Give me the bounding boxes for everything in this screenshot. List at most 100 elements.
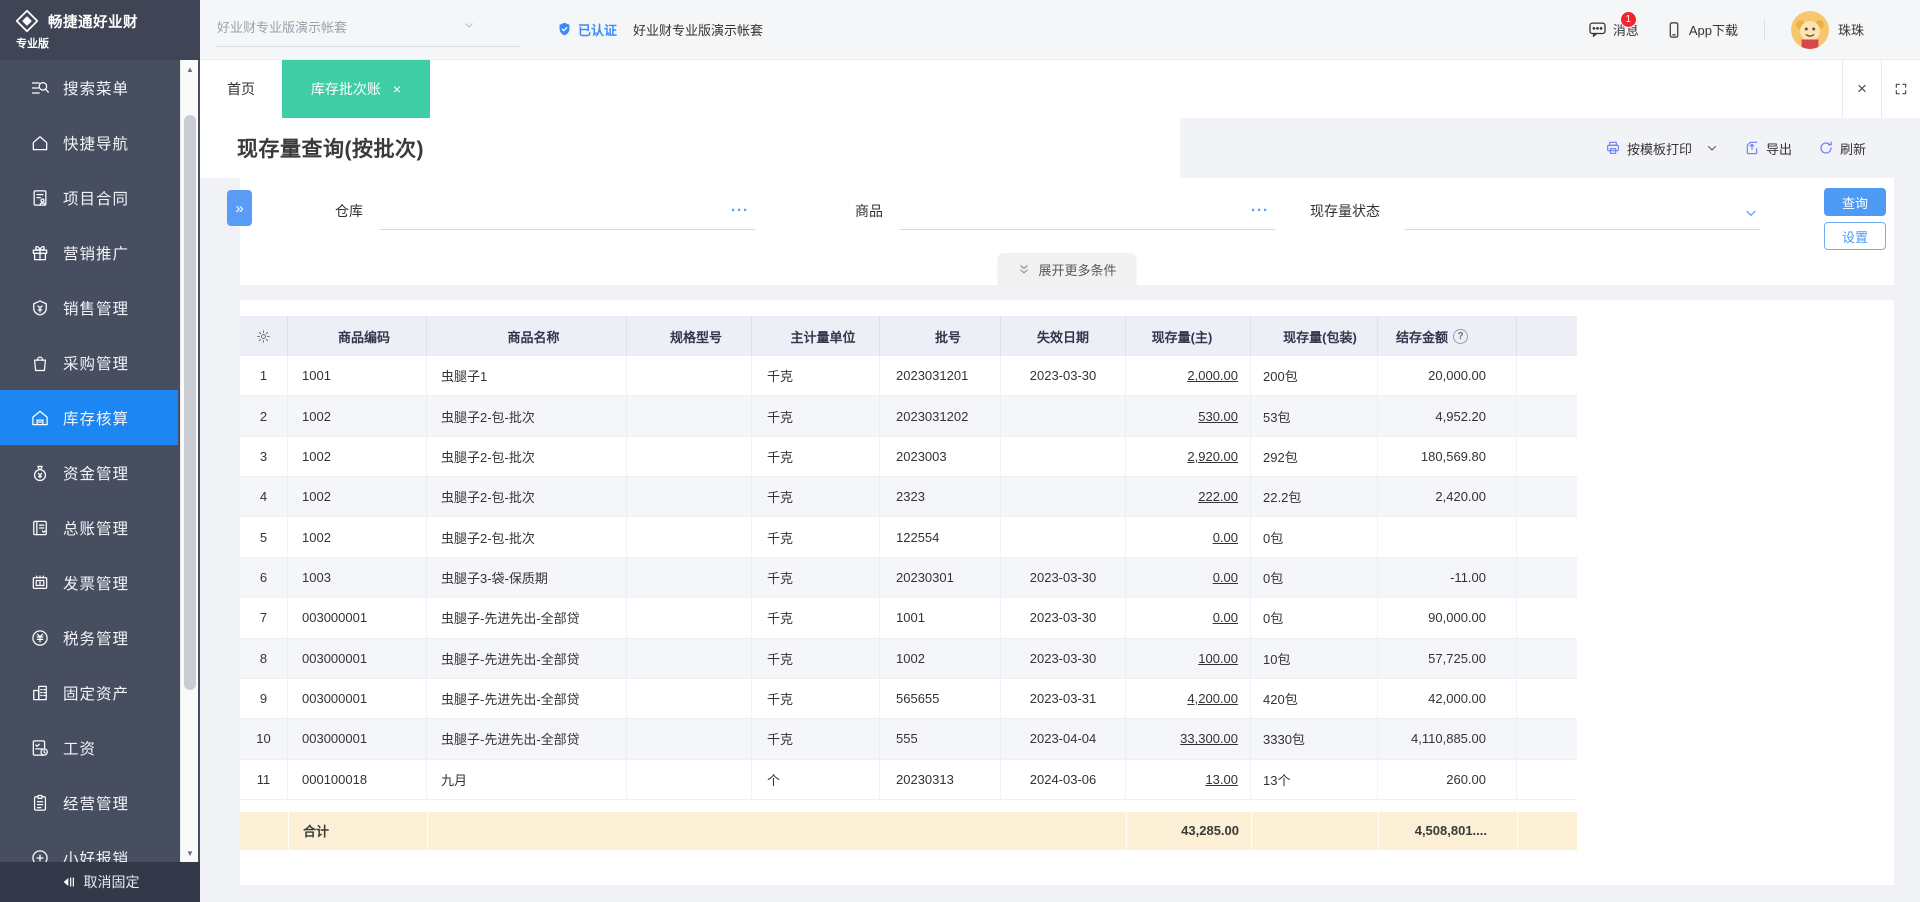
table-row[interactable]: 5 1002 虫腿子2-包-批次 千克 122554 0.00 0包	[240, 517, 1577, 558]
qty-drilldown-link[interactable]: 222.00	[1198, 489, 1238, 504]
close-page-button[interactable]: ×	[1842, 60, 1881, 118]
expand-more-conditions-button[interactable]: 展开更多条件	[997, 253, 1137, 285]
cell-balance-amount: 260.00	[1378, 759, 1517, 799]
qty-drilldown-link[interactable]: 0.00	[1213, 530, 1238, 545]
cell-empty	[1517, 558, 1577, 597]
qty-drilldown-link[interactable]: 13.00	[1205, 772, 1238, 787]
scroll-down-arrow-icon[interactable]: ▼	[181, 846, 199, 860]
cell-spec-model	[627, 678, 752, 719]
table-row[interactable]: 7 003000001 虫腿子-先进先出-全部贷 千克 1001 2023-03-30 0.…	[240, 598, 1577, 639]
print-by-template-button[interactable]: 按模板打印	[1605, 139, 1718, 158]
cell-qty-package: 0包	[1251, 598, 1378, 638]
sidebar-item-search-menu[interactable]: 搜索菜单	[0, 60, 178, 115]
cell-qty-main: 4,200.00	[1126, 678, 1251, 719]
column-header[interactable]: 批号	[880, 316, 1001, 356]
qty-drilldown-link[interactable]: 100.00	[1198, 651, 1238, 666]
table-row[interactable]: 9 003000001 虫腿子-先进先出-全部贷 千克 565655 2023-03-31…	[240, 678, 1577, 720]
export-label: 导出	[1765, 141, 1792, 157]
scrollbar-thumb[interactable]	[184, 115, 196, 690]
column-header[interactable]: 现存量(包装)	[1251, 316, 1378, 356]
sidebar-item-marketing[interactable]: 营销推广	[0, 225, 178, 280]
sidebar-item-sales-mgmt[interactable]: 销售管理	[0, 280, 178, 335]
sidebar-item-quick-nav[interactable]: 快捷导航	[0, 115, 178, 170]
table-row[interactable]: 3 1002 虫腿子2-包-批次 千克 2023003 2,920.00 292包 180,5…	[240, 436, 1577, 478]
column-header-label: 规格型号	[669, 329, 722, 345]
tax-coin-icon	[30, 628, 50, 648]
table-row[interactable]: 10 003000001 虫腿子-先进先出-全部贷 千克 555 2023-04-04 33…	[240, 719, 1577, 760]
column-header[interactable]: 商品名称	[427, 316, 627, 356]
table-header-row: 商品编码 商品名称 规格型号 主计量单位 批号 失效日期 现存量(主) 现存量(包装) 结存金额…	[240, 316, 1577, 356]
table-row[interactable]: 2 1002 虫腿子2-包-批次 千克 2023031202 530.00 53包 4,952…	[240, 396, 1577, 437]
account-set-select[interactable]: 好业财专业版演示帐套	[215, 13, 520, 47]
refresh-button[interactable]: 刷新	[1818, 139, 1866, 158]
sidebar-item-general-ledger[interactable]: 总账管理	[0, 500, 178, 555]
print-options-chevron-icon[interactable]	[1706, 142, 1718, 154]
settings-button[interactable]: 设置	[1824, 222, 1886, 250]
qty-drilldown-link[interactable]: 4,200.00	[1187, 691, 1238, 706]
sidebar-item-project-contract[interactable]: 项目合同	[0, 170, 178, 225]
unpin-sidebar-button[interactable]: 取消固定	[0, 862, 200, 902]
table-row[interactable]: 8 003000001 虫腿子-先进先出-全部贷 千克 1002 2023-03-30 10…	[240, 638, 1577, 679]
cell-spec-model	[627, 759, 752, 799]
qty-drilldown-link[interactable]: 530.00	[1198, 409, 1238, 424]
cell-expiry-date: 2023-03-30	[1001, 356, 1126, 396]
user-menu[interactable]: 珠珠	[1790, 10, 1864, 49]
tab-home[interactable]: 首页	[200, 60, 282, 118]
table-row[interactable]: 4 1002 虫腿子2-包-批次 千克 2323 222.00 22.2包 2,420.00	[240, 477, 1577, 518]
scroll-up-arrow-icon[interactable]: ▲	[181, 62, 199, 76]
cell-main-unit: 千克	[752, 396, 880, 436]
messages-button[interactable]: 消息 1	[1588, 11, 1639, 39]
column-settings-gear-icon[interactable]	[256, 329, 271, 344]
cell-qty-package: 22.2包	[1251, 477, 1378, 517]
cell-product-code: 003000001	[288, 598, 427, 638]
column-header[interactable]: 现存量(主)	[1126, 316, 1251, 356]
qty-drilldown-link[interactable]: 33,300.00	[1180, 731, 1238, 746]
cell-product-name: 虫腿子1	[427, 356, 627, 396]
stock-status-filter-select[interactable]	[1405, 198, 1760, 230]
sidebar-item-business-mgmt[interactable]: 经营管理	[0, 775, 178, 830]
column-header[interactable]: 规格型号	[627, 316, 752, 356]
qty-drilldown-link[interactable]: 0.00	[1213, 570, 1238, 585]
help-question-icon[interactable]: ?	[1453, 328, 1468, 344]
sidebar-item-funds-mgmt[interactable]: 资金管理	[0, 445, 178, 500]
sidebar-item-tax-mgmt[interactable]: 税务管理	[0, 610, 178, 665]
tab-close-icon[interactable]: ×	[393, 81, 401, 97]
qty-drilldown-link[interactable]: 2,920.00	[1187, 449, 1238, 464]
cell-product-code: 1002	[288, 436, 427, 477]
sidebar-item-purchase-mgmt[interactable]: 采购管理	[0, 335, 178, 390]
qty-drilldown-link[interactable]: 2,000.00	[1187, 368, 1238, 383]
sidebar-item-fixed-assets[interactable]: 固定资产	[0, 665, 178, 720]
shield-verified-icon	[556, 21, 573, 38]
sidebar-item-expense[interactable]: 小好报销	[0, 830, 178, 862]
qty-drilldown-link[interactable]: 0.00	[1213, 610, 1238, 625]
column-header[interactable]: 失效日期	[1001, 316, 1126, 356]
cell-row-number: 11	[240, 759, 288, 799]
ledger-icon	[30, 518, 50, 538]
print-by-template-label: 按模板打印	[1626, 141, 1692, 157]
sidebar-item-salary[interactable]: 工资	[0, 720, 178, 775]
export-button[interactable]: 导出	[1744, 139, 1792, 158]
stock-status-chevron-down-icon[interactable]	[1744, 206, 1758, 220]
query-button[interactable]: 查询	[1824, 188, 1886, 216]
salary-sheet-icon	[30, 738, 50, 758]
cell-row-number: 3	[240, 436, 288, 477]
warehouse-filter-input[interactable]: ···	[380, 198, 755, 230]
fullscreen-button[interactable]	[1881, 60, 1920, 118]
app-logo: 畅捷通好业财 专业版	[0, 0, 200, 60]
warehouse-picker-ellipsis-icon[interactable]: ···	[731, 202, 749, 219]
collapse-filter-button[interactable]: »	[227, 190, 252, 226]
sidebar-item-invoice-mgmt[interactable]: 发票管理	[0, 555, 178, 610]
sidebar-item-inventory-accounting[interactable]: 库存核算	[0, 390, 178, 445]
table-row[interactable]: 6 1003 虫腿子3-袋-保质期 千克 20230301 2023-03-30 0.00 0…	[240, 557, 1577, 599]
table-row[interactable]: 1 1001 虫腿子1 千克 2023031201 2023-03-30 2,000.00 2…	[240, 356, 1577, 397]
cell-row-number: 2	[240, 396, 288, 436]
column-header[interactable]: 主计量单位	[752, 316, 880, 356]
tab-inventory-batch[interactable]: 库存批次账 ×	[282, 60, 430, 118]
product-picker-ellipsis-icon[interactable]: ···	[1251, 202, 1269, 219]
table-row[interactable]: 11 000100018 九月 个 20230313 2024-03-06 13.00 13个…	[240, 759, 1577, 800]
app-download-button[interactable]: App下载	[1665, 20, 1738, 39]
column-header[interactable]: 结存金额?	[1378, 316, 1517, 356]
product-filter-input[interactable]: ···	[900, 198, 1275, 230]
sidebar-scrollbar[interactable]: ▲ ▼	[180, 60, 198, 862]
column-header[interactable]: 商品编码	[288, 316, 427, 356]
